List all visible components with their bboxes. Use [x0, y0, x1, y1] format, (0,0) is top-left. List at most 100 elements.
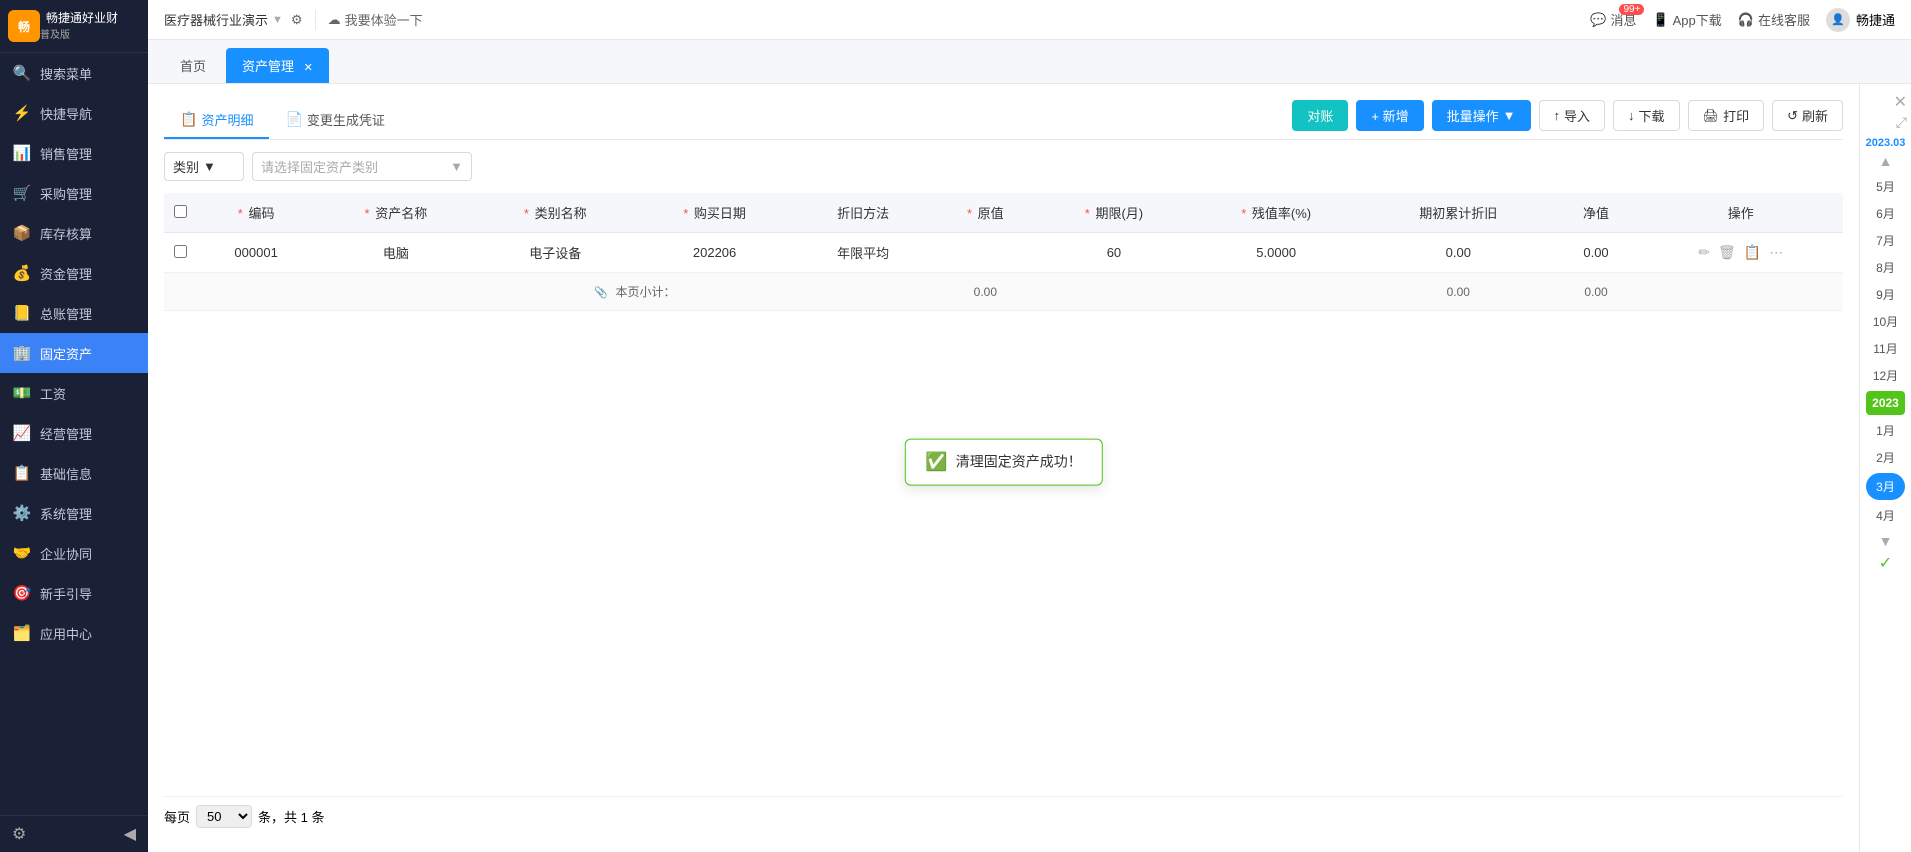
username: 畅捷通	[1856, 10, 1895, 29]
calendar-confirm-icon[interactable]: ✓	[1879, 553, 1892, 573]
settings-gear[interactable]: ⚙	[291, 12, 303, 28]
subtotal-empty-5	[794, 273, 932, 311]
online-service-label: 在线客服	[1758, 10, 1810, 29]
sidebar-item-label: 基础信息	[40, 464, 92, 483]
cal-month-11[interactable]: 11月	[1860, 335, 1911, 362]
user-profile[interactable]: 👤 畅捷通	[1826, 8, 1895, 32]
row-checkbox[interactable]	[174, 245, 187, 258]
cal-month-2[interactable]: 2月	[1860, 444, 1911, 471]
sidebar-item-inventory[interactable]: 📦 库存核算	[0, 213, 148, 253]
cal-month-5[interactable]: 5月	[1860, 173, 1911, 200]
sidebar-item-quick-nav[interactable]: ⚡ 快捷导航	[0, 93, 148, 133]
sidebar-item-capital[interactable]: 💰 资金管理	[0, 253, 148, 293]
app-download-btn[interactable]: 📱 App下载	[1652, 10, 1721, 29]
filter-row: 类别 ▼ 请选择固定资产类别 ▼	[164, 152, 1843, 181]
tabbar: 首页 资产管理 ✕	[148, 40, 1911, 84]
collapse-icon[interactable]: ◀	[124, 824, 136, 844]
sidebar-item-label: 经营管理	[40, 424, 92, 443]
refresh-button[interactable]: ↺ 刷新	[1772, 100, 1843, 131]
cal-month-1[interactable]: 1月	[1860, 417, 1911, 444]
cal-month-8[interactable]: 8月	[1860, 254, 1911, 281]
select-all-checkbox[interactable]	[174, 205, 187, 218]
download-button[interactable]: ↓ 下载	[1613, 100, 1680, 131]
import-icon: ↑	[1554, 108, 1561, 123]
more-icon[interactable]: ⋯	[1769, 244, 1783, 261]
sidebar-item-system[interactable]: ⚙️ 系统管理	[0, 493, 148, 533]
cal-month-6[interactable]: 6月	[1860, 200, 1911, 227]
cal-month-10[interactable]: 10月	[1860, 308, 1911, 335]
cal-month-12[interactable]: 12月	[1860, 362, 1911, 389]
subtab-asset-detail-label: 资产明细	[201, 110, 253, 129]
edit-icon[interactable]: ✏	[1698, 244, 1710, 261]
cell-init-accumulated: 0.00	[1363, 233, 1553, 273]
subtotal-empty-7	[1189, 273, 1363, 311]
sidebar-item-guide[interactable]: 🎯 新手引导	[0, 573, 148, 613]
experience-btn[interactable]: ☁ 我要体验一下	[328, 10, 423, 29]
batch-button[interactable]: 批量操作 ▼	[1432, 100, 1531, 131]
tab-close-icon[interactable]: ✕	[304, 62, 313, 74]
headset-icon: 🎧	[1738, 12, 1754, 28]
toast-message: 清理固定资产成功！	[956, 452, 1082, 472]
sidebar-item-operations[interactable]: 📈 经营管理	[0, 413, 148, 453]
print-label: 打印	[1723, 106, 1749, 125]
cal-month-4[interactable]: 4月	[1860, 502, 1911, 529]
subtab-voucher[interactable]: 📄 变更生成凭证	[269, 102, 400, 139]
sidebar-item-label: 快捷导航	[40, 104, 92, 123]
per-page-select[interactable]: 50 10 20 100	[196, 805, 252, 828]
fixed-assets-icon: 🏢	[12, 343, 32, 363]
sidebar-item-search[interactable]: 🔍 搜索菜单	[0, 53, 148, 93]
reconcile-button[interactable]: 对账	[1292, 100, 1348, 131]
mobile-icon: 📱	[1652, 12, 1668, 28]
cell-depreciation: 年限平均	[794, 233, 932, 273]
subtotal-init-accumulated: 0.00	[1363, 273, 1553, 311]
sidebar-item-app-center[interactable]: 🗂️ 应用中心	[0, 613, 148, 653]
sidebar-item-cooperation[interactable]: 🤝 企业协同	[0, 533, 148, 573]
sidebar-item-payroll[interactable]: 💵 工资	[0, 373, 148, 413]
right-panel-expand-icon[interactable]: ⤢	[1896, 114, 1911, 131]
download-icon: ↓	[1628, 108, 1635, 123]
per-page-label: 每页	[164, 807, 190, 826]
cal-month-7[interactable]: 7月	[1860, 227, 1911, 254]
sidebar-item-fixed-assets[interactable]: 🏢 固定资产	[0, 333, 148, 373]
print-button[interactable]: 🖨 打印	[1688, 100, 1765, 131]
col-operations: 操作	[1639, 193, 1843, 233]
sidebar-item-basic-info[interactable]: 📋 基础信息	[0, 453, 148, 493]
sidebar-item-label: 采购管理	[40, 184, 92, 203]
tab-home[interactable]: 首页	[164, 48, 222, 83]
cloud-icon: ☁	[328, 12, 341, 28]
cell-net-value: 0.00	[1553, 233, 1638, 273]
cal-year-2023[interactable]: 2023	[1866, 391, 1905, 415]
subtotal-label: 📎 本页小计：	[594, 285, 675, 299]
sidebar-bottom: ⚙ ◀	[0, 815, 148, 852]
category-filter[interactable]: 类别 ▼	[164, 152, 244, 181]
calendar-down-btn[interactable]: ▼	[1879, 533, 1893, 549]
import-button[interactable]: ↑ 导入	[1539, 100, 1606, 131]
category-input[interactable]: 请选择固定资产类别 ▼	[252, 152, 472, 181]
company-dropdown-icon: ▼	[272, 14, 283, 26]
company-selector[interactable]: 医疗器械行业演示 ▼	[164, 10, 283, 29]
calendar-up-btn[interactable]: ▲	[1879, 153, 1893, 169]
new-button[interactable]: + 新增	[1356, 100, 1423, 131]
copy-icon[interactable]: 📋	[1744, 244, 1761, 261]
message-btn[interactable]: 💬 消息 99+	[1590, 10, 1636, 29]
sidebar-item-ledger[interactable]: 📒 总账管理	[0, 293, 148, 333]
cal-month-3[interactable]: 3月	[1866, 473, 1905, 500]
col-category: * 类别名称	[476, 193, 635, 233]
cal-month-9[interactable]: 9月	[1860, 281, 1911, 308]
inventory-icon: 📦	[12, 223, 32, 243]
sidebar-item-purchase[interactable]: 🛒 采购管理	[0, 173, 148, 213]
sidebar-item-label: 资金管理	[40, 264, 92, 283]
success-toast: ✅ 清理固定资产成功！	[904, 438, 1102, 485]
sidebar-item-sales[interactable]: 📊 销售管理	[0, 133, 148, 173]
tab-asset-mgmt[interactable]: 资产管理 ✕	[226, 48, 329, 83]
subtab-asset-detail[interactable]: 📋 资产明细	[164, 102, 269, 139]
settings-icon[interactable]: ⚙	[12, 824, 26, 844]
online-service-btn[interactable]: 🎧 在线客服	[1738, 10, 1810, 29]
cell-residual-rate: 5.0000	[1189, 233, 1363, 273]
subtab-voucher-icon: 📄	[285, 111, 302, 128]
right-panel-close-icon[interactable]: ✕	[1894, 92, 1911, 112]
delete-icon[interactable]: 🗑	[1718, 244, 1736, 261]
col-period: * 期限(月)	[1039, 193, 1190, 233]
sidebar-item-label: 总账管理	[40, 304, 92, 323]
ledger-icon: 📒	[12, 303, 32, 323]
